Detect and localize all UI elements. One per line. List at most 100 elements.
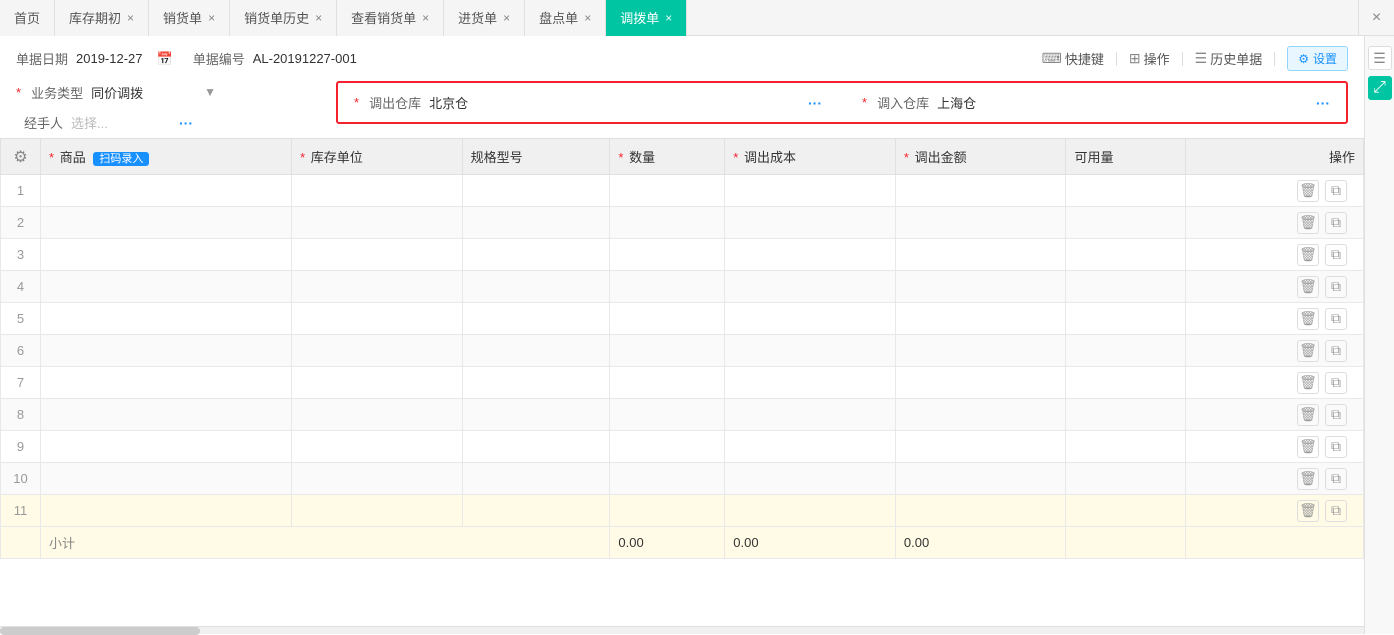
row-7-product[interactable]	[41, 367, 292, 399]
row-2-delete-icon[interactable]: 🗑	[1297, 212, 1319, 234]
row-10-quantity[interactable]	[610, 463, 725, 495]
row-8-spec[interactable]	[462, 399, 610, 431]
row-6-cost[interactable]	[725, 335, 896, 367]
row-11-cost[interactable]	[725, 495, 896, 527]
row-3-spec[interactable]	[462, 239, 610, 271]
row-7-amount[interactable]	[895, 367, 1066, 399]
row-9-quantity[interactable]	[610, 431, 725, 463]
gear-icon[interactable]: ⚙	[9, 147, 32, 167]
row-10-amount[interactable]	[895, 463, 1066, 495]
row-9-product[interactable]	[41, 431, 292, 463]
row-8-unit[interactable]	[292, 399, 463, 431]
row-2-amount[interactable]	[895, 207, 1066, 239]
row-4-amount[interactable]	[895, 271, 1066, 303]
business-type-value[interactable]: 同价调拨	[91, 83, 191, 102]
row-10-available[interactable]	[1066, 463, 1186, 495]
col-settings-header[interactable]: ⚙	[1, 139, 41, 175]
row-2-unit[interactable]	[292, 207, 463, 239]
row-5-unit[interactable]	[292, 303, 463, 335]
handler-input[interactable]: 选择...	[71, 113, 171, 132]
row-3-unit[interactable]	[292, 239, 463, 271]
row-1-available[interactable]	[1066, 175, 1186, 207]
row-4-product[interactable]	[41, 271, 292, 303]
row-11-quantity[interactable]	[610, 495, 725, 527]
row-2-copy-icon[interactable]: ⧉	[1325, 212, 1347, 234]
row-11-spec[interactable]	[462, 495, 610, 527]
row-5-amount[interactable]	[895, 303, 1066, 335]
warehouse-out-value[interactable]: 北京仓	[429, 93, 489, 112]
row-7-available[interactable]	[1066, 367, 1186, 399]
row-1-copy-icon[interactable]: ⧉	[1325, 180, 1347, 202]
calendar-icon[interactable]: 📅	[157, 51, 173, 67]
row-9-copy-icon[interactable]: ⧉	[1325, 436, 1347, 458]
tab-bar-close-button[interactable]: ×	[1358, 0, 1394, 36]
row-7-unit[interactable]	[292, 367, 463, 399]
row-8-available[interactable]	[1066, 399, 1186, 431]
row-1-cost[interactable]	[725, 175, 896, 207]
row-9-spec[interactable]	[462, 431, 610, 463]
tab-sales-history-close[interactable]: ×	[315, 11, 322, 25]
row-2-cost[interactable]	[725, 207, 896, 239]
sidebar-list-icon[interactable]: ☰	[1368, 46, 1392, 70]
row-1-quantity[interactable]	[610, 175, 725, 207]
setting-button[interactable]: ⚙ 设置	[1287, 46, 1348, 71]
row-9-delete-icon[interactable]: 🗑	[1297, 436, 1319, 458]
row-1-delete-icon[interactable]: 🗑	[1297, 180, 1319, 202]
row-2-available[interactable]	[1066, 207, 1186, 239]
tab-inventory-check[interactable]: 盘点单 ×	[525, 0, 606, 36]
row-1-amount[interactable]	[895, 175, 1066, 207]
row-4-available[interactable]	[1066, 271, 1186, 303]
row-7-copy-icon[interactable]: ⧉	[1325, 372, 1347, 394]
warehouse-in-value[interactable]: 上海仓	[937, 93, 997, 112]
row-5-copy-icon[interactable]: ⧉	[1325, 308, 1347, 330]
row-7-cost[interactable]	[725, 367, 896, 399]
history-action[interactable]: ☰ 历史单据	[1195, 49, 1263, 68]
row-4-quantity[interactable]	[610, 271, 725, 303]
row-1-spec[interactable]	[462, 175, 610, 207]
row-4-cost[interactable]	[725, 271, 896, 303]
row-3-copy-icon[interactable]: ⧉	[1325, 244, 1347, 266]
row-4-copy-icon[interactable]: ⧉	[1325, 276, 1347, 298]
row-10-spec[interactable]	[462, 463, 610, 495]
row-6-copy-icon[interactable]: ⧉	[1325, 340, 1347, 362]
handler-more-btn[interactable]: ···	[179, 115, 193, 131]
business-type-dropdown[interactable]: ▼	[199, 81, 221, 103]
row-5-delete-icon[interactable]: 🗑	[1297, 308, 1319, 330]
row-3-amount[interactable]	[895, 239, 1066, 271]
row-8-amount[interactable]	[895, 399, 1066, 431]
tab-inventory-check-close[interactable]: ×	[584, 11, 591, 25]
row-7-quantity[interactable]	[610, 367, 725, 399]
row-5-cost[interactable]	[725, 303, 896, 335]
row-3-product[interactable]	[41, 239, 292, 271]
row-11-available[interactable]	[1066, 495, 1186, 527]
row-1-unit[interactable]	[292, 175, 463, 207]
row-6-unit[interactable]	[292, 335, 463, 367]
row-10-unit[interactable]	[292, 463, 463, 495]
row-1-product[interactable]	[41, 175, 292, 207]
row-11-delete-icon[interactable]: 🗑	[1297, 500, 1319, 522]
scan-button[interactable]: 扫码录入	[93, 152, 149, 166]
row-8-quantity[interactable]	[610, 399, 725, 431]
row-9-amount[interactable]	[895, 431, 1066, 463]
tab-sales-history[interactable]: 销货单历史 ×	[230, 0, 337, 36]
row-2-product[interactable]	[41, 207, 292, 239]
sidebar-expand-icon[interactable]: ⤢	[1368, 76, 1392, 100]
tab-transfer-close[interactable]: ×	[665, 11, 672, 25]
row-8-cost[interactable]	[725, 399, 896, 431]
row-11-copy-icon[interactable]: ⧉	[1325, 500, 1347, 522]
row-7-delete-icon[interactable]: 🗑	[1297, 372, 1319, 394]
row-11-amount[interactable]	[895, 495, 1066, 527]
warehouse-out-more-btn[interactable]: ···	[808, 95, 822, 111]
tab-check-sales[interactable]: 查看销货单 ×	[337, 0, 444, 36]
shortcuts-action[interactable]: ⌨ 快捷键	[1042, 49, 1104, 68]
row-3-available[interactable]	[1066, 239, 1186, 271]
row-8-copy-icon[interactable]: ⧉	[1325, 404, 1347, 426]
row-5-available[interactable]	[1066, 303, 1186, 335]
row-5-spec[interactable]	[462, 303, 610, 335]
row-8-product[interactable]	[41, 399, 292, 431]
row-8-delete-icon[interactable]: 🗑	[1297, 404, 1319, 426]
tab-transfer[interactable]: 调拨单 ×	[606, 0, 687, 36]
row-6-product[interactable]	[41, 335, 292, 367]
row-10-delete-icon[interactable]: 🗑	[1297, 468, 1319, 490]
row-4-unit[interactable]	[292, 271, 463, 303]
